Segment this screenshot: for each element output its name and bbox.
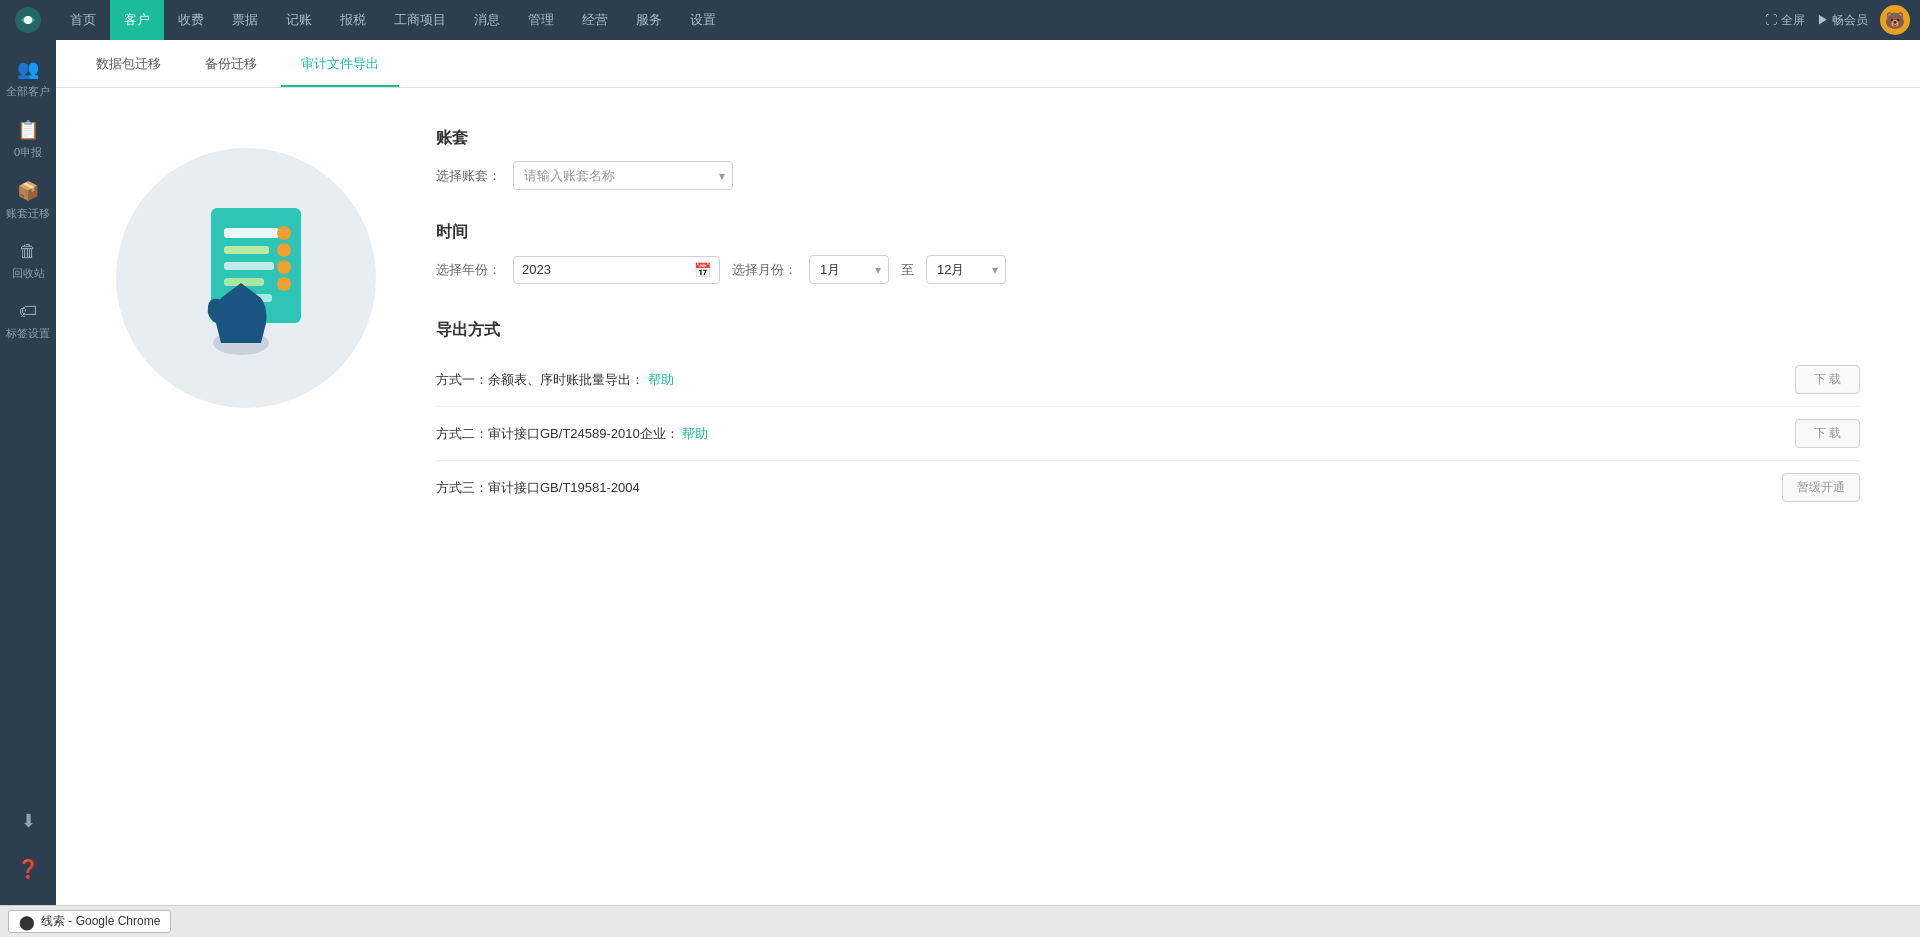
all-customers-icon: 👥: [17, 58, 39, 80]
fullscreen-button[interactable]: ⛶ 全屏: [1765, 12, 1804, 29]
method3-label: 方式三：审计接口GB/T19581-2004: [436, 479, 640, 497]
account-section-title: 账套: [436, 128, 1860, 149]
sidebar-item-label-settings[interactable]: 🏷 标签设置: [0, 291, 56, 351]
month-label: 选择月份：: [732, 261, 797, 279]
method2-download-button[interactable]: 下 载: [1795, 419, 1860, 448]
method3-open-button[interactable]: 暂缓开通: [1782, 473, 1860, 502]
nav-billing[interactable]: 收费: [164, 0, 218, 40]
account-select[interactable]: 请输入账套名称: [513, 161, 733, 190]
export-method-1: 方式一：余额表、序时账批量导出： 帮助 下 载: [436, 353, 1860, 407]
taskbar-item-label: 线索 - Google Chrome: [41, 913, 160, 930]
avatar[interactable]: 🐻: [1880, 5, 1910, 35]
method1-download-button[interactable]: 下 载: [1795, 365, 1860, 394]
recycle-icon: 🗑: [19, 241, 37, 262]
nav-bookkeeping[interactable]: 记账: [272, 0, 326, 40]
time-section-title: 时间: [436, 222, 1860, 243]
export-method-2: 方式二：审计接口GB/T24589-2010企业： 帮助 下 载: [436, 407, 1860, 461]
sidebar-item-label: 回收站: [12, 266, 45, 281]
chrome-icon: ⬤: [19, 914, 35, 930]
export-section: 导出方式 方式一：余额表、序时账批量导出： 帮助 下 载 方式二：审计接口GB/…: [436, 320, 1860, 514]
top-navigation: 首页 客户 收费 票据 记账 报税 工商项目 消息 管理 经营 服务 设置 ⛶ …: [0, 0, 1920, 40]
illustration-area: [116, 128, 376, 865]
form-area: 账套 选择账套： 请输入账套名称 时间 选择年份：: [436, 128, 1860, 865]
nav-message[interactable]: 消息: [460, 0, 514, 40]
tab-backup-migration[interactable]: 备份迁移: [185, 43, 277, 87]
svg-rect-13: [221, 318, 261, 343]
svg-point-11: [277, 277, 291, 291]
top-nav-right: ⛶ 全屏 ▶ 畅会员 🐻: [1765, 5, 1910, 35]
year-label: 选择年份：: [436, 261, 501, 279]
nav-operation[interactable]: 经营: [568, 0, 622, 40]
sidebar-item-label: 0申报: [14, 145, 42, 160]
month-start-wrapper: 1月 2月3月4月 5月6月7月 8月9月10月 11月12月: [809, 255, 889, 284]
main-content: 数据包迁移 备份迁移 审计文件导出: [56, 40, 1920, 905]
nav-settings[interactable]: 设置: [676, 0, 730, 40]
nav-invoice[interactable]: 票据: [218, 0, 272, 40]
svg-rect-3: [224, 228, 279, 238]
year-input-wrapper[interactable]: 2023 📅: [513, 256, 720, 284]
method1-label: 方式一：余额表、序时账批量导出： 帮助: [436, 371, 674, 389]
page-body: 账套 选择账套： 请输入账套名称 时间 选择年份：: [56, 88, 1920, 905]
sidebar-item-label: 账套迁移: [6, 206, 50, 221]
time-section: 时间 选择年份： 2023 📅 选择月份： 1月 2月3月4月 5月: [436, 222, 1860, 292]
nav-service[interactable]: 服务: [622, 0, 676, 40]
sidebar-item-label: 标签设置: [6, 326, 50, 341]
label-icon: 🏷: [19, 301, 37, 322]
declare-icon: 📋: [17, 119, 39, 141]
account-label: 选择账套：: [436, 167, 501, 185]
svg-point-10: [277, 260, 291, 274]
nav-business[interactable]: 工商项目: [380, 0, 460, 40]
nav-tax[interactable]: 报税: [326, 0, 380, 40]
tabs-bar: 数据包迁移 备份迁移 审计文件导出: [56, 40, 1920, 88]
migration-icon: 📦: [17, 180, 39, 202]
illustration-circle: [116, 148, 376, 408]
export-section-title: 导出方式: [436, 320, 1860, 341]
method1-help-link[interactable]: 帮助: [648, 372, 674, 387]
range-separator: 至: [901, 261, 914, 279]
nav-home[interactable]: 首页: [56, 0, 110, 40]
sidebar-bottom: ⬇ ❓: [0, 801, 56, 905]
account-row: 选择账套： 请输入账套名称: [436, 161, 1860, 190]
layout: 👥 全部客户 📋 0申报 📦 账套迁移 🗑 回收站 🏷 标签设置 ⬇ ❓ 数据包…: [0, 40, 1920, 905]
tab-data-migration[interactable]: 数据包迁移: [76, 43, 181, 87]
sidebar-item-recycle[interactable]: 🗑 回收站: [0, 231, 56, 291]
svg-rect-4: [224, 246, 269, 254]
vip-button[interactable]: ▶ 畅会员: [1817, 12, 1868, 29]
illustration-svg: [166, 178, 326, 378]
method2-help-link[interactable]: 帮助: [682, 426, 708, 441]
sidebar-download-icon[interactable]: ⬇: [0, 801, 56, 841]
svg-rect-5: [224, 262, 274, 270]
tab-audit-export[interactable]: 审计文件导出: [281, 43, 399, 87]
sidebar-item-label: 全部客户: [6, 84, 50, 99]
account-section: 账套 选择账套： 请输入账套名称: [436, 128, 1860, 198]
svg-point-8: [277, 226, 291, 240]
sidebar-item-zero-declare[interactable]: 📋 0申报: [0, 109, 56, 170]
nav-manage[interactable]: 管理: [514, 0, 568, 40]
sidebar-item-all-customers[interactable]: 👥 全部客户: [0, 48, 56, 109]
logo[interactable]: [10, 2, 46, 38]
svg-rect-6: [224, 278, 264, 286]
method2-label: 方式二：审计接口GB/T24589-2010企业： 帮助: [436, 425, 708, 443]
taskbar-chrome-item[interactable]: ⬤ 线索 - Google Chrome: [8, 910, 171, 933]
month-end-wrapper: 1月2月3月4月 5月6月7月 8月9月10月 11月12月: [926, 255, 1006, 284]
month-start-select[interactable]: 1月 2月3月4月 5月6月7月 8月9月10月 11月12月: [809, 255, 889, 284]
sidebar-item-account-migration[interactable]: 📦 账套迁移: [0, 170, 56, 231]
month-end-select[interactable]: 1月2月3月4月 5月6月7月 8月9月10月 11月12月: [926, 255, 1006, 284]
time-row: 选择年份： 2023 📅 选择月份： 1月 2月3月4月 5月6月7月 8月9月…: [436, 255, 1860, 284]
svg-point-9: [277, 243, 291, 257]
account-select-wrapper: 请输入账套名称: [513, 161, 733, 190]
sidebar: 👥 全部客户 📋 0申报 📦 账套迁移 🗑 回收站 🏷 标签设置 ⬇ ❓: [0, 40, 56, 905]
sidebar-help-icon[interactable]: ❓: [0, 849, 56, 889]
nav-items: 首页 客户 收费 票据 记账 报税 工商项目 消息 管理 经营 服务 设置: [56, 0, 1765, 40]
svg-point-1: [24, 16, 32, 24]
export-method-3: 方式三：审计接口GB/T19581-2004 暂缓开通: [436, 461, 1860, 514]
calendar-icon: 📅: [694, 262, 711, 278]
taskbar: ⬤ 线索 - Google Chrome: [0, 905, 1920, 937]
nav-customers[interactable]: 客户: [110, 0, 164, 40]
year-input[interactable]: 2023: [522, 262, 690, 277]
